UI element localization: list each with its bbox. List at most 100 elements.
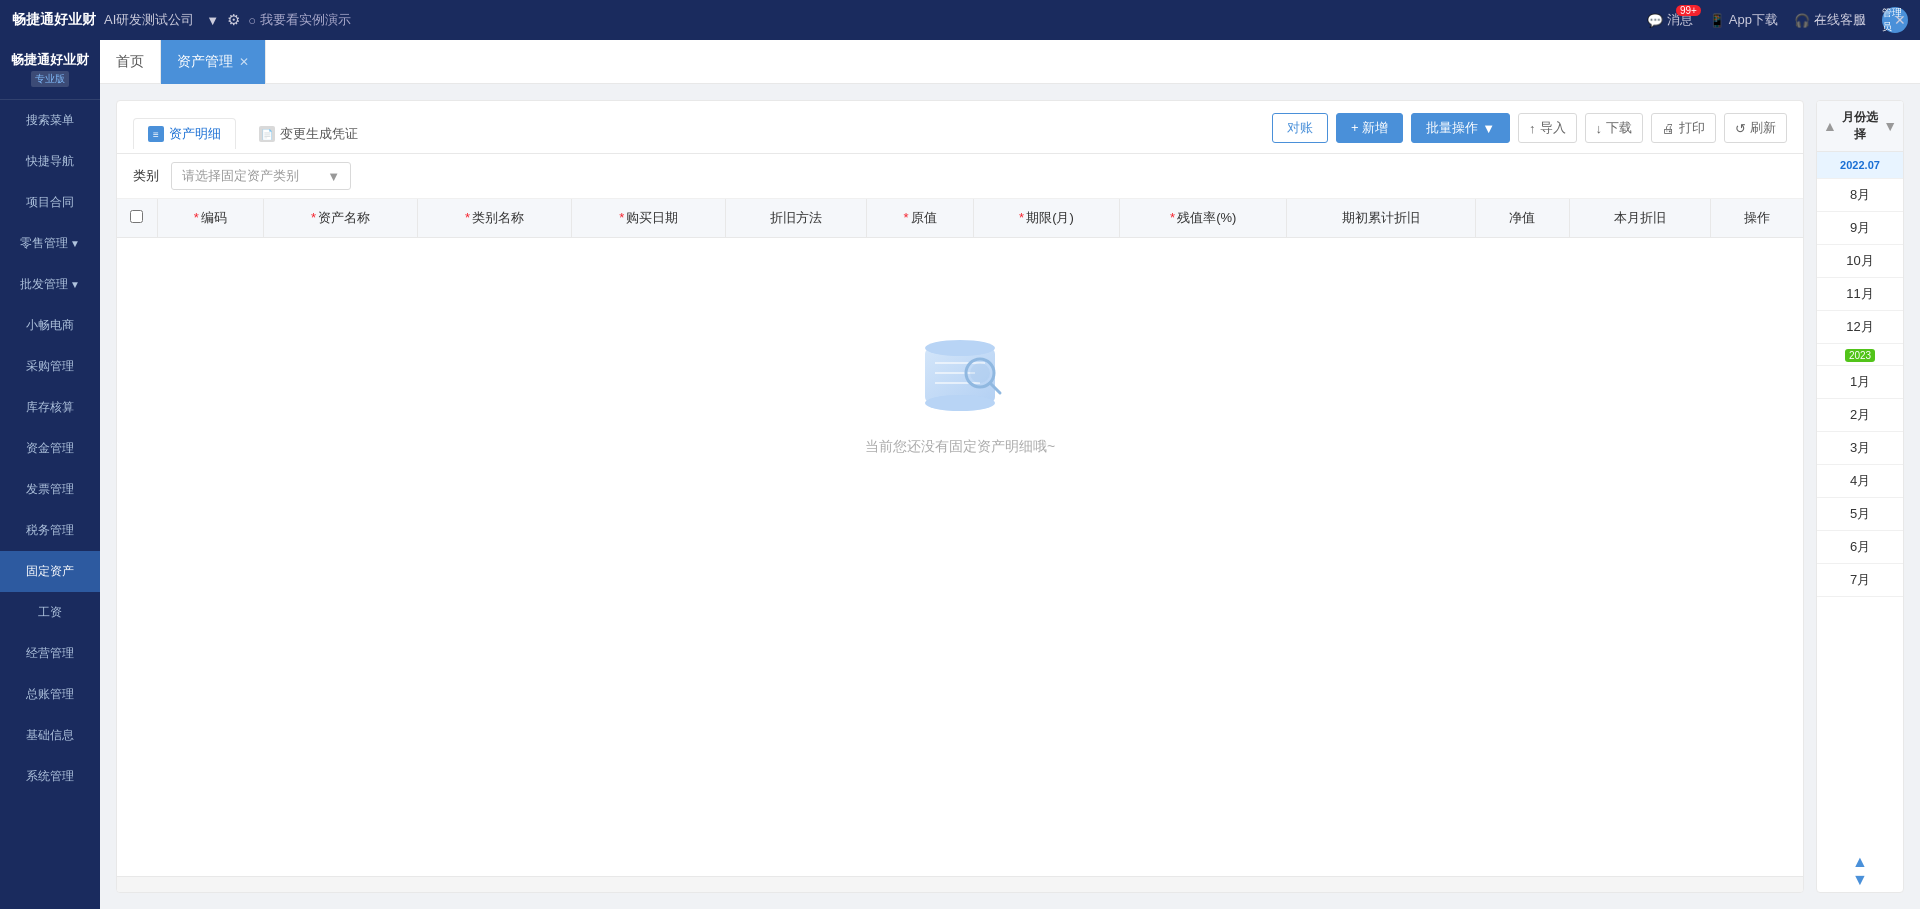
tab-asset[interactable]: 资产管理 ✕	[161, 40, 266, 84]
add-button[interactable]: + 新增	[1336, 113, 1403, 143]
empty-illustration	[900, 318, 1020, 418]
sidebar-item-finance[interactable]: 资金管理	[0, 428, 100, 469]
empty-text: 当前您还没有固定资产明细哦~	[865, 438, 1055, 456]
sidebar-item-retail[interactable]: 零售管理 ▼	[0, 223, 100, 264]
reconcile-button[interactable]: 对账	[1272, 113, 1328, 143]
sub-tab-detail[interactable]: ≡ 资产明细	[133, 118, 236, 149]
message-badge: 99+	[1676, 5, 1701, 16]
month-item-2023-3[interactable]: 3月	[1817, 432, 1903, 465]
voucher-tab-icon: 📄	[259, 126, 275, 142]
sidebar-item-ledger[interactable]: 总账管理	[0, 674, 100, 715]
close-button[interactable]: ✕	[1880, 0, 1920, 40]
asset-table: *编码 *资产名称 *类别名称 *购买日期 折旧方法 *原值 *期限(月) *残…	[117, 199, 1803, 876]
asset-tab-label: 资产管理	[177, 53, 233, 71]
col-category: *类别名称	[418, 199, 572, 238]
col-period: *期限(月)	[973, 199, 1119, 238]
sidebar-item-wholesale[interactable]: 批发管理 ▼	[0, 264, 100, 305]
sidebar-item-fixedasset[interactable]: 固定资产	[0, 551, 100, 592]
sidebar-item-quicknav[interactable]: 快捷导航	[0, 141, 100, 182]
wholesale-arrow-icon: ▼	[70, 279, 80, 290]
phone-icon: 📱	[1709, 13, 1725, 28]
detail-tab-label: 资产明细	[169, 125, 221, 143]
main-panel: ≡ 资产明细 📄 变更生成凭证 对账 + 新增 批量操作 ▼	[116, 100, 1804, 893]
month-panel-up-arrow[interactable]: ▲	[1823, 118, 1837, 134]
message-icon: 💬	[1647, 13, 1663, 28]
month-item-2022-8[interactable]: 8月	[1817, 179, 1903, 212]
tab-bar: 首页 资产管理 ✕	[100, 40, 1920, 84]
message-button[interactable]: 💬 消息 99+	[1647, 11, 1693, 29]
col-action: 操作	[1710, 199, 1803, 238]
top-bar-left: 畅捷通好业财 AI研发测试公司 ▼ ⚙ ○ 我要看实例演示	[12, 11, 351, 29]
minimize-button[interactable]: ─	[1800, 0, 1840, 40]
app-download-button[interactable]: 📱 App下载	[1709, 11, 1778, 29]
month-item-2023-5[interactable]: 5月	[1817, 498, 1903, 531]
col-original-value: *原值	[867, 199, 973, 238]
col-name: *资产名称	[263, 199, 417, 238]
sidebar-item-tax[interactable]: 税务管理	[0, 510, 100, 551]
refresh-icon: ↺	[1735, 121, 1746, 136]
sidebar: 畅捷通好业财 专业版 搜索菜单 快捷导航 项目合同 零售管理 ▼ 批发管理 ▼ …	[0, 40, 100, 909]
import-button[interactable]: ↑ 导入	[1518, 113, 1577, 143]
demo-icon: ○	[248, 13, 256, 28]
sidebar-item-contract[interactable]: 项目合同	[0, 182, 100, 223]
month-item-2023-7[interactable]: 7月	[1817, 564, 1903, 597]
download-icon: ↓	[1596, 121, 1603, 136]
brand-name: 畅捷通好业财	[8, 52, 92, 69]
month-item-2022-9[interactable]: 9月	[1817, 212, 1903, 245]
page-content: ≡ 资产明细 📄 变更生成凭证 对账 + 新增 批量操作 ▼	[100, 84, 1920, 909]
demo-link[interactable]: ○ 我要看实例演示	[248, 11, 351, 29]
sidebar-item-search[interactable]: 搜索菜单	[0, 100, 100, 141]
select-all-checkbox[interactable]	[130, 210, 143, 223]
retail-arrow-icon: ▼	[70, 238, 80, 249]
month-item-2022-12[interactable]: 12月	[1817, 311, 1903, 344]
batch-label: 批量操作	[1426, 119, 1478, 137]
month-year-2023-badge: 2023	[1817, 344, 1903, 366]
print-icon: 🖨	[1662, 121, 1675, 136]
sub-tab-voucher[interactable]: 📄 变更生成凭证	[244, 118, 373, 149]
detail-tab-icon: ≡	[148, 126, 164, 142]
filter-row: 类别 请选择固定资产类别 ▼	[117, 154, 1803, 199]
empty-state: 当前您还没有固定资产明细哦~	[117, 238, 1803, 536]
category-filter-select[interactable]: 请选择固定资产类别 ▼	[171, 162, 351, 190]
month-scroll-down-icon[interactable]: ▼	[1852, 872, 1868, 888]
month-panel: ▲ 月份选择 ▼ 2022.07 8月 9月 10月 11月 12月 2023 …	[1816, 100, 1904, 893]
content-area: 首页 资产管理 ✕ ≡ 资产明细 📄	[100, 40, 1920, 909]
batch-button[interactable]: 批量操作 ▼	[1411, 113, 1510, 143]
asset-tab-close-icon[interactable]: ✕	[239, 55, 249, 69]
month-item-2023-2[interactable]: 2月	[1817, 399, 1903, 432]
voucher-tab-label: 变更生成凭证	[280, 125, 358, 143]
sidebar-item-invoice[interactable]: 发票管理	[0, 469, 100, 510]
month-panel-header: ▲ 月份选择 ▼	[1817, 101, 1903, 152]
month-item-2023-6[interactable]: 6月	[1817, 531, 1903, 564]
month-item-current-year: 2022.07	[1817, 152, 1903, 179]
month-panel-down-arrow[interactable]: ▼	[1883, 118, 1897, 134]
col-net-value: 净值	[1476, 199, 1569, 238]
sidebar-item-salary[interactable]: 工资	[0, 592, 100, 633]
col-purchase-date: *购买日期	[572, 199, 726, 238]
company-dropdown-icon[interactable]: ▼	[206, 13, 219, 28]
horizontal-scrollbar[interactable]	[117, 876, 1803, 892]
refresh-button[interactable]: ↺ 刷新	[1724, 113, 1787, 143]
sidebar-item-ecommerce[interactable]: 小畅电商	[0, 305, 100, 346]
sub-tab-left: ≡ 资产明细 📄 变更生成凭证	[133, 118, 373, 148]
month-item-2022-10[interactable]: 10月	[1817, 245, 1903, 278]
month-item-2023-4[interactable]: 4月	[1817, 465, 1903, 498]
settings-icon[interactable]: ⚙	[227, 11, 240, 29]
import-icon: ↑	[1529, 121, 1536, 136]
month-panel-arrows: ▲ ▼	[1817, 850, 1903, 892]
sidebar-item-inventory[interactable]: 库存核算	[0, 387, 100, 428]
tab-home[interactable]: 首页	[100, 40, 161, 84]
download-button[interactable]: ↓ 下载	[1585, 113, 1644, 143]
svg-point-2	[925, 340, 995, 356]
col-code: *编码	[157, 199, 263, 238]
month-item-2022-11[interactable]: 11月	[1817, 278, 1903, 311]
sidebar-item-baseinfo[interactable]: 基础信息	[0, 715, 100, 756]
sidebar-item-system[interactable]: 系统管理	[0, 756, 100, 797]
month-item-2023-1[interactable]: 1月	[1817, 366, 1903, 399]
sidebar-item-purchase[interactable]: 采购管理	[0, 346, 100, 387]
month-scroll-up-icon[interactable]: ▲	[1852, 854, 1868, 870]
print-button[interactable]: 🖨 打印	[1651, 113, 1716, 143]
maximize-button[interactable]: □	[1840, 0, 1880, 40]
company-name[interactable]: AI研发测试公司	[104, 11, 194, 29]
sidebar-item-operation[interactable]: 经营管理	[0, 633, 100, 674]
